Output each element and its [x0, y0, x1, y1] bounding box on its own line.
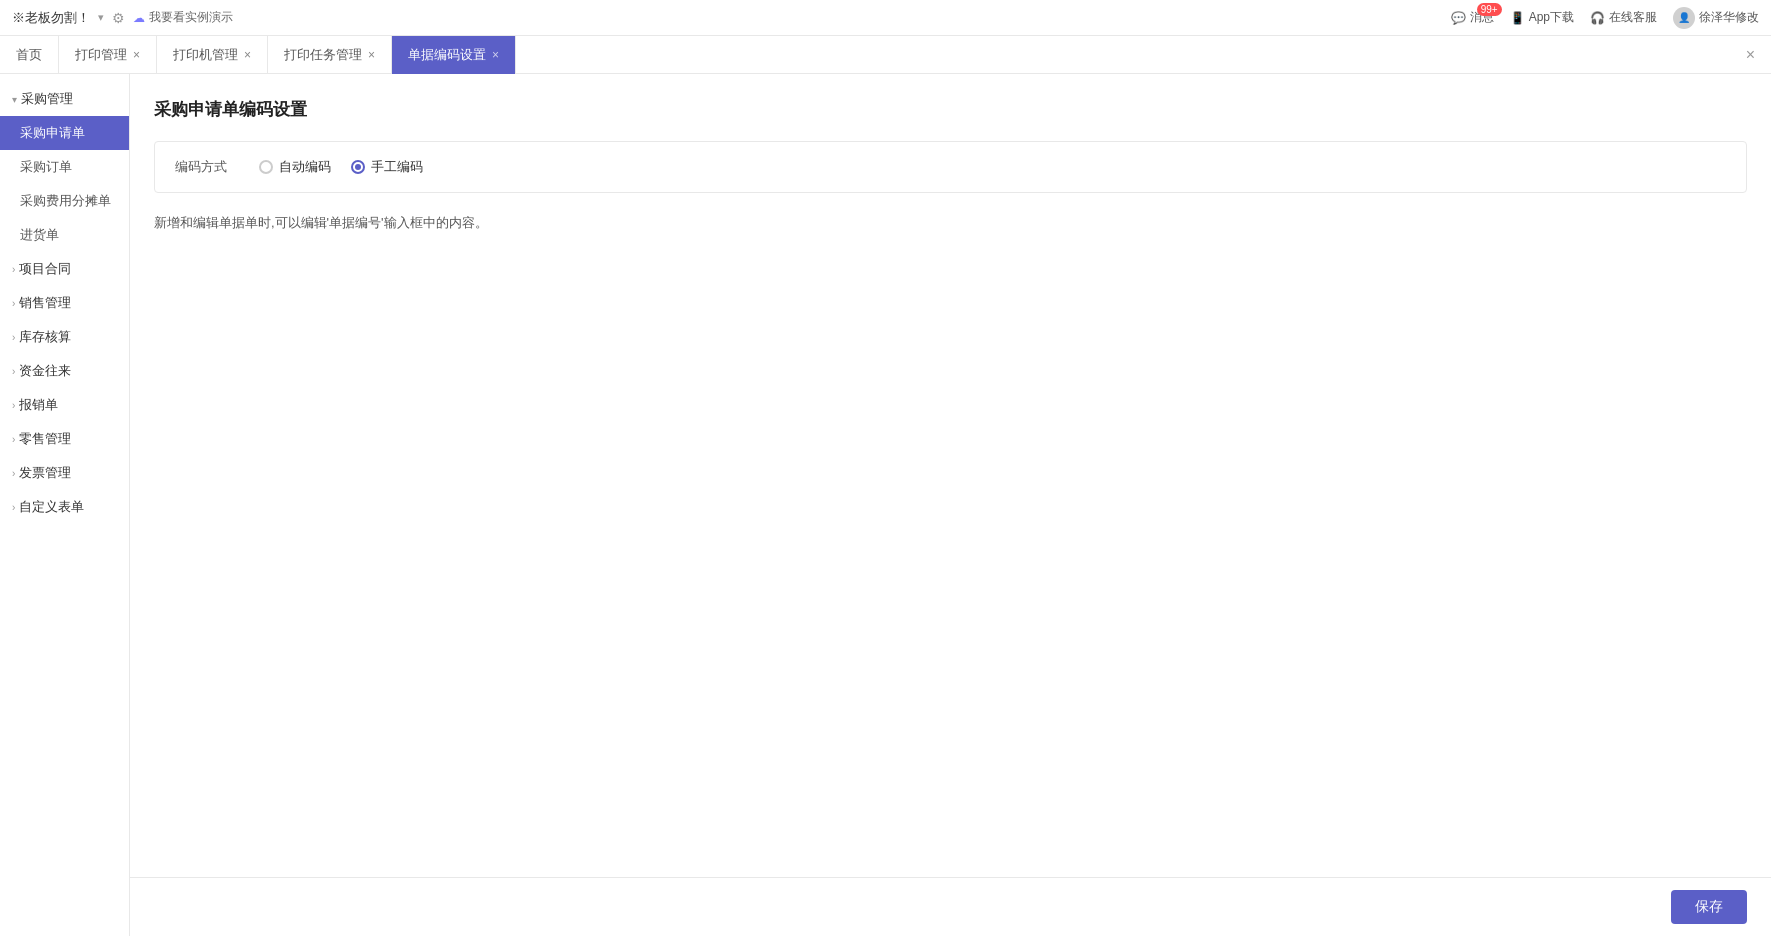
- sidebar-item-purchase-order[interactable]: 采购订单: [0, 150, 129, 184]
- expand-arrow-icon-project: ›: [12, 264, 15, 275]
- sidebar-group-invoice: › 发票管理: [0, 456, 129, 490]
- sidebar-item-purchase-expense[interactable]: 采购费用分摊单: [0, 184, 129, 218]
- tab-home[interactable]: 首页: [0, 36, 59, 74]
- sidebar-group-project: › 项目合同: [0, 252, 129, 286]
- encoding-label: 编码方式: [175, 158, 235, 176]
- radio-auto-code-circle: [259, 160, 273, 174]
- brand-text: ※老板勿割！: [12, 9, 90, 27]
- message-icon: 💬: [1451, 11, 1466, 25]
- encoding-row: 编码方式 自动编码 手工编码: [175, 158, 1726, 176]
- message-button[interactable]: 💬 消息 99+: [1451, 9, 1494, 26]
- top-bar-left: ※老板勿割！ ▾ ⚙ ☁ 我要看实例演示: [12, 9, 233, 27]
- sidebar-group-custom-label: 自定义表单: [19, 498, 84, 516]
- radio-manual-code-label: 手工编码: [371, 158, 423, 176]
- user-label: 徐泽华修改: [1699, 9, 1759, 26]
- chevron-down-icon[interactable]: ▾: [98, 11, 104, 24]
- user-menu-button[interactable]: 👤 徐泽华修改: [1673, 7, 1759, 29]
- headset-icon: 🎧: [1590, 11, 1605, 25]
- tab-barcode-setting[interactable]: 单据编码设置 ×: [392, 36, 516, 74]
- app-download-button[interactable]: 📱 App下载: [1510, 9, 1574, 26]
- hint-text: 新增和编辑单据单时,可以编辑'单据编号'输入框中的内容。: [154, 213, 1747, 234]
- sidebar-group-finance-label: 资金往来: [19, 362, 71, 380]
- sidebar-group-retail-label: 零售管理: [19, 430, 71, 448]
- sidebar-group-inventory-header[interactable]: › 库存核算: [0, 320, 129, 354]
- tab-barcode-setting-close[interactable]: ×: [492, 48, 499, 62]
- demo-link[interactable]: ☁ 我要看实例演示: [133, 9, 233, 26]
- radio-manual-code-circle: [351, 160, 365, 174]
- radio-manual-code[interactable]: 手工编码: [351, 158, 423, 176]
- sidebar-item-purchase-request[interactable]: 采购申请单: [0, 116, 129, 150]
- radio-auto-code-label: 自动编码: [279, 158, 331, 176]
- sidebar-group-purchase: ▾ 采购管理 采购申请单 采购订单 采购费用分摊单 进货单: [0, 82, 129, 252]
- sidebar-item-incoming[interactable]: 进货单: [0, 218, 129, 252]
- sidebar-group-inventory-label: 库存核算: [19, 328, 71, 346]
- top-bar-right: 💬 消息 99+ 📱 App下载 🎧 在线客服 👤 徐泽华修改: [1451, 7, 1759, 29]
- service-label: 在线客服: [1609, 9, 1657, 26]
- gear-icon[interactable]: ⚙: [112, 10, 125, 26]
- sidebar-group-finance: › 资金往来: [0, 354, 129, 388]
- expand-arrow-icon-custom: ›: [12, 502, 15, 513]
- expand-arrow-icon-sales: ›: [12, 298, 15, 309]
- collapse-arrow-icon: ▾: [12, 94, 17, 105]
- main-layout: ▾ 采购管理 采购申请单 采购订单 采购费用分摊单 进货单 › 项目合同: [0, 74, 1771, 936]
- tab-barcode-setting-label: 单据编码设置: [408, 46, 486, 64]
- cloud-icon: ☁: [133, 11, 145, 25]
- expand-arrow-icon-inventory: ›: [12, 332, 15, 343]
- sidebar-item-incoming-label: 进货单: [20, 227, 59, 242]
- tab-print-mgmt-label: 打印管理: [75, 46, 127, 64]
- online-service-button[interactable]: 🎧 在线客服: [1590, 9, 1657, 26]
- sidebar-group-invoice-header[interactable]: › 发票管理: [0, 456, 129, 490]
- radio-auto-code[interactable]: 自动编码: [259, 158, 331, 176]
- sidebar: ▾ 采购管理 采购申请单 采购订单 采购费用分摊单 进货单 › 项目合同: [0, 74, 130, 936]
- expand-arrow-icon-expense: ›: [12, 400, 15, 411]
- tab-home-label: 首页: [16, 46, 42, 64]
- tab-print-task[interactable]: 打印任务管理 ×: [268, 36, 392, 74]
- sidebar-group-project-label: 项目合同: [19, 260, 71, 278]
- tabs-bar-close-button[interactable]: ×: [1730, 46, 1771, 64]
- app-label: App下载: [1529, 9, 1574, 26]
- content-footer: 保存: [130, 877, 1771, 936]
- sidebar-item-purchase-order-label: 采购订单: [20, 159, 72, 174]
- sidebar-group-inventory: › 库存核算: [0, 320, 129, 354]
- tab-printer-mgmt-close[interactable]: ×: [244, 48, 251, 62]
- encoding-card: 编码方式 自动编码 手工编码: [154, 141, 1747, 193]
- tab-print-task-label: 打印任务管理: [284, 46, 362, 64]
- sidebar-item-purchase-request-label: 采购申请单: [20, 125, 85, 140]
- sidebar-group-finance-header[interactable]: › 资金往来: [0, 354, 129, 388]
- sidebar-group-custom-header[interactable]: › 自定义表单: [0, 490, 129, 524]
- sidebar-group-invoice-label: 发票管理: [19, 464, 71, 482]
- sidebar-group-sales: › 销售管理: [0, 286, 129, 320]
- sidebar-group-expense: › 报销单: [0, 388, 129, 422]
- demo-text: 我要看实例演示: [149, 9, 233, 26]
- tab-print-task-close[interactable]: ×: [368, 48, 375, 62]
- tab-print-mgmt[interactable]: 打印管理 ×: [59, 36, 157, 74]
- sidebar-group-purchase-label: 采购管理: [21, 90, 73, 108]
- expand-arrow-icon-retail: ›: [12, 434, 15, 445]
- expand-arrow-icon-finance: ›: [12, 366, 15, 377]
- sidebar-group-expense-label: 报销单: [19, 396, 58, 414]
- page-title: 采购申请单编码设置: [154, 98, 1747, 121]
- tabs-bar: 首页 打印管理 × 打印机管理 × 打印任务管理 × 单据编码设置 × ×: [0, 36, 1771, 74]
- tab-print-mgmt-close[interactable]: ×: [133, 48, 140, 62]
- sidebar-item-purchase-expense-label: 采购费用分摊单: [20, 193, 111, 208]
- sidebar-group-project-header[interactable]: › 项目合同: [0, 252, 129, 286]
- sidebar-group-purchase-header[interactable]: ▾ 采购管理: [0, 82, 129, 116]
- content-area: 采购申请单编码设置 编码方式 自动编码 手工编码: [130, 74, 1771, 936]
- message-badge: 99+: [1477, 3, 1502, 16]
- avatar: 👤: [1673, 7, 1695, 29]
- expand-arrow-icon-invoice: ›: [12, 468, 15, 479]
- sidebar-group-expense-header[interactable]: › 报销单: [0, 388, 129, 422]
- sidebar-group-sales-header[interactable]: › 销售管理: [0, 286, 129, 320]
- phone-icon: 📱: [1510, 11, 1525, 25]
- content-inner: 采购申请单编码设置 编码方式 自动编码 手工编码: [130, 74, 1771, 877]
- tab-printer-mgmt-label: 打印机管理: [173, 46, 238, 64]
- sidebar-group-retail: › 零售管理: [0, 422, 129, 456]
- save-button[interactable]: 保存: [1671, 890, 1747, 924]
- sidebar-group-sales-label: 销售管理: [19, 294, 71, 312]
- sidebar-group-custom: › 自定义表单: [0, 490, 129, 524]
- radio-group: 自动编码 手工编码: [259, 158, 423, 176]
- sidebar-group-retail-header[interactable]: › 零售管理: [0, 422, 129, 456]
- top-bar: ※老板勿割！ ▾ ⚙ ☁ 我要看实例演示 💬 消息 99+ 📱 App下载 🎧 …: [0, 0, 1771, 36]
- tab-printer-mgmt[interactable]: 打印机管理 ×: [157, 36, 268, 74]
